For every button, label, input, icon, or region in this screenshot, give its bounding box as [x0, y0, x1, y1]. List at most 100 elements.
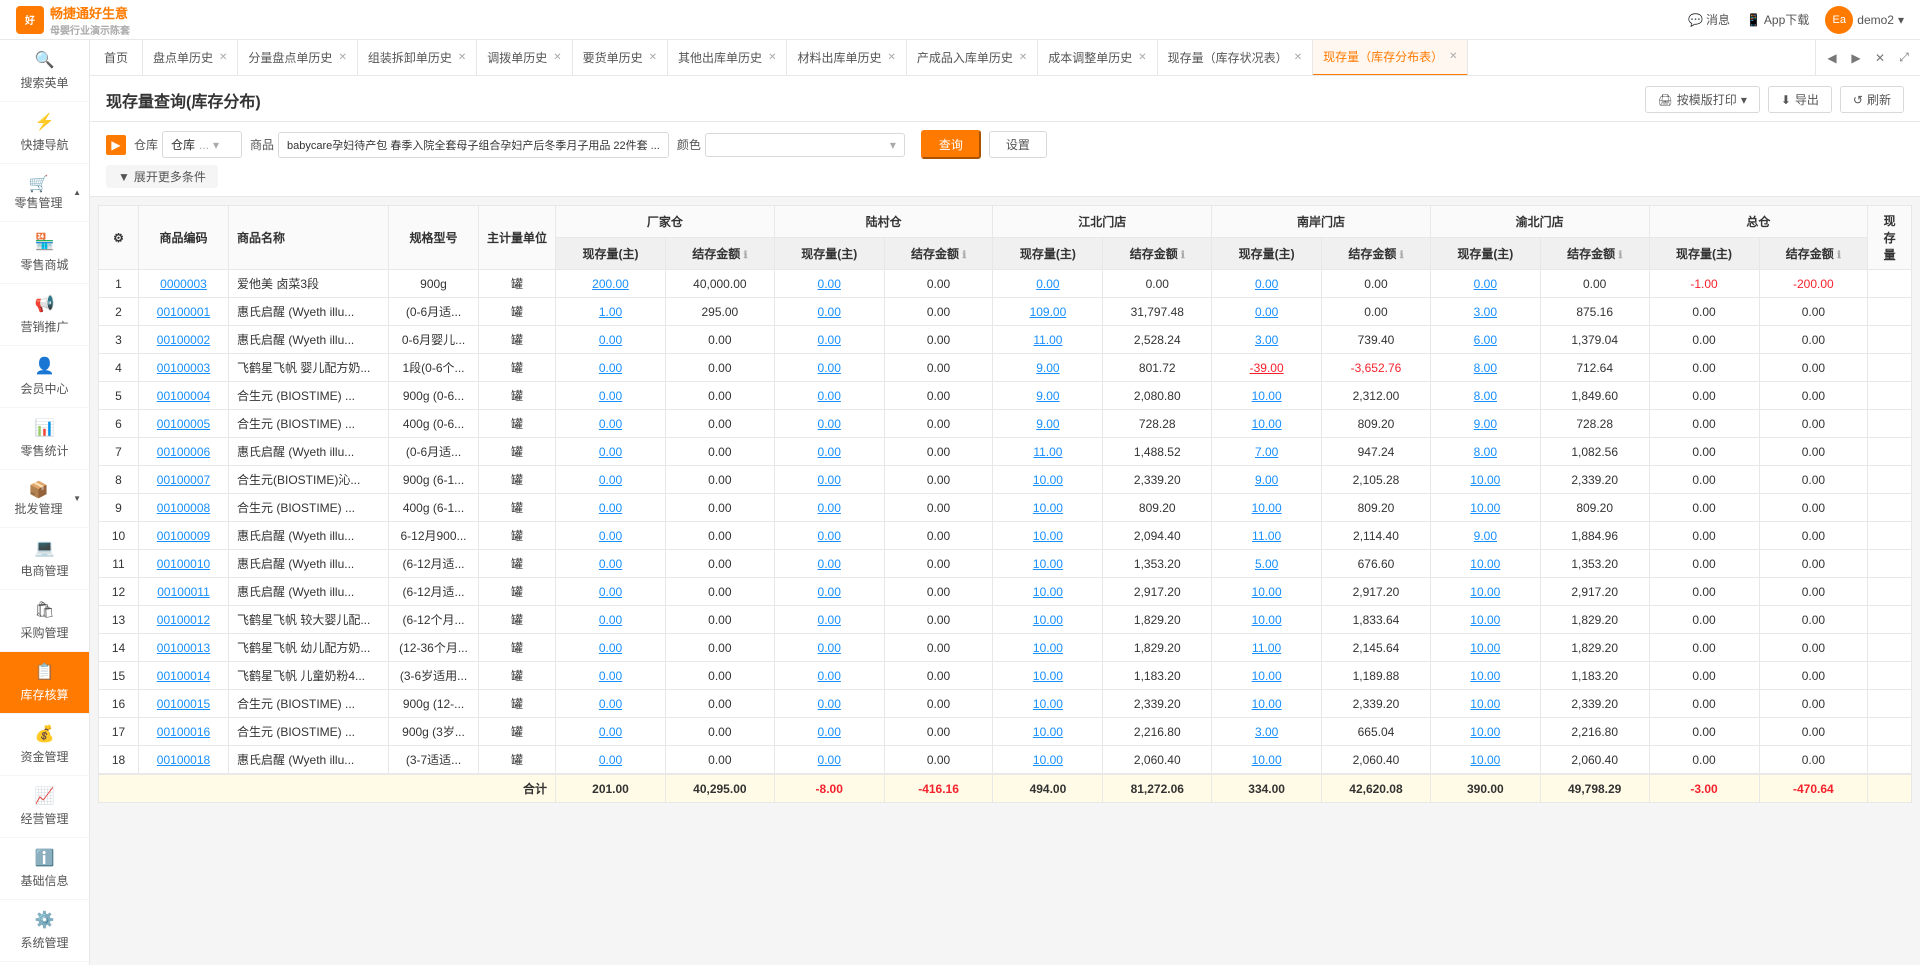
sidebar-item-purchase[interactable]: 🛍 采购管理	[0, 590, 89, 652]
cell-spec: (0-6月适...	[389, 438, 479, 466]
close-icon[interactable]: ✕	[1449, 51, 1457, 62]
tab-stock-dist[interactable]: 现存量（库存分布表） ✕	[1313, 40, 1468, 76]
expand-down-icon: ▼	[118, 170, 130, 184]
message-btn[interactable]: 💬 消息	[1688, 11, 1730, 28]
sidebar-item-basic[interactable]: ℹ️ 基础信息	[0, 838, 89, 900]
cell-changjiaCun-amt: 0.00	[666, 718, 775, 746]
tab-split-stocktake[interactable]: 分量盘点单历史 ✕	[238, 40, 357, 76]
close-icon[interactable]: ✕	[458, 52, 466, 63]
tab-cost-adjust[interactable]: 成本调整单历史 ✕	[1038, 40, 1157, 76]
cell-changjiaCun-amt: 0.00	[666, 662, 775, 690]
user-menu-btn[interactable]: Ea demo2 ▾	[1825, 6, 1904, 34]
cell-code: 00100012	[139, 606, 229, 634]
cell-unit: 罐	[479, 746, 556, 775]
cell-lucun-amt: 0.00	[884, 718, 993, 746]
tab-product-in[interactable]: 产成品入库单历史 ✕	[907, 40, 1038, 76]
cell-jiangbei-qty: 10.00	[993, 718, 1103, 746]
sidebar-item-operations[interactable]: 📈 经营管理	[0, 776, 89, 838]
cell-unit: 罐	[479, 550, 556, 578]
table-row: 11 00100010 惠氏启醒 (Wyeth illu... (6-12月适.…	[99, 550, 1912, 578]
cell-total-amt: 0.00	[1759, 578, 1868, 606]
sidebar-item-nav[interactable]: ⚡ 快捷导航	[0, 102, 89, 164]
tab-stocktake[interactable]: 盘点单历史 ✕	[143, 40, 238, 76]
cell-name: 惠氏启醒 (Wyeth illu...	[229, 298, 389, 326]
sidebar-item-stats[interactable]: 📊 零售统计	[0, 408, 89, 470]
close-icon[interactable]: ✕	[887, 52, 895, 63]
sidebar-item-member[interactable]: 👤 会员中心	[0, 346, 89, 408]
tab-close-btn[interactable]: ✕	[1868, 40, 1892, 76]
sidebar-item-mall[interactable]: 🏪 零售商城	[0, 222, 89, 284]
content: 现存量查询(库存分布) 🖨 按模版打印 ▾ ⬇ 导出 ↺	[90, 76, 1920, 965]
cell-no: 2	[99, 298, 139, 326]
cell-no: 1	[99, 270, 139, 298]
col-nanan-amt: 结存金额 ℹ	[1322, 238, 1431, 270]
table-row: 13 00100012 飞鹤星飞帆 较大婴儿配... (6-12个月... 罐 …	[99, 606, 1912, 634]
settings-icon[interactable]: ⚙	[113, 231, 124, 245]
cell-nanan-amt: 809.20	[1322, 494, 1431, 522]
stats-icon: 📊	[35, 418, 55, 438]
refresh-btn[interactable]: ↺ 刷新	[1840, 86, 1904, 113]
cell-nanan-amt: 665.04	[1322, 718, 1431, 746]
sidebar-item-marketing[interactable]: 📢 营销推广	[0, 284, 89, 346]
query-btn[interactable]: 查询	[921, 130, 981, 159]
settings-btn[interactable]: 设置	[989, 131, 1047, 158]
cell-spec: (6-12月适...	[389, 578, 479, 606]
cell-spec: (0-6月适...	[389, 298, 479, 326]
tab-material-out[interactable]: 材料出库单历史 ✕	[787, 40, 906, 76]
cell-nanan-qty: 3.00	[1212, 326, 1322, 354]
print-btn[interactable]: 🖨 按模版打印 ▾	[1645, 86, 1760, 113]
avatar: Ea	[1825, 6, 1853, 34]
sidebar-item-finance[interactable]: 💰 资金管理	[0, 714, 89, 776]
sidebar-item-retail[interactable]: 🛒 零售管理 ▲	[0, 164, 89, 222]
tab-next-btn[interactable]: ▶	[1844, 40, 1868, 76]
table-wrapper[interactable]: ⚙ 商品编码 商品名称 规格型号 主计量单位 厂家仓 陆村仓 江北门店 南岸门店…	[90, 197, 1920, 965]
close-icon[interactable]: ✕	[553, 52, 561, 63]
close-icon[interactable]: ✕	[219, 52, 227, 63]
cell-unit: 罐	[479, 718, 556, 746]
cell-current	[1868, 718, 1912, 746]
close-icon[interactable]: ✕	[1294, 52, 1302, 63]
sidebar-item-inventory[interactable]: 📋 库存核算	[0, 652, 89, 714]
sidebar-item-system[interactable]: ⚙️ 系统管理	[0, 900, 89, 962]
cell-nanan-amt: 1,833.64	[1322, 606, 1431, 634]
tab-expand-btn[interactable]: ⤢	[1892, 40, 1916, 76]
tab-order[interactable]: 要货单历史 ✕	[573, 40, 668, 76]
col-header-total: 总仓	[1649, 206, 1868, 238]
tab-assemble[interactable]: 组装拆卸单历史 ✕	[358, 40, 477, 76]
section-toggle-btn[interactable]: ▶	[106, 135, 126, 155]
cell-no: 12	[99, 578, 139, 606]
col-lucun-amt: 结存金额 ℹ	[884, 238, 993, 270]
cell-yubei-qty: 10.00	[1430, 494, 1540, 522]
cell-lucun-amt: 0.00	[884, 354, 993, 382]
sidebar-item-wholesale[interactable]: 📦 批发管理 ▼	[0, 470, 89, 528]
sidebar-item-ecommerce[interactable]: 💻 电商管理	[0, 528, 89, 590]
sidebar-item-search[interactable]: 🔍 搜索英单	[0, 40, 89, 102]
cell-total-amt: 0.00	[1759, 466, 1868, 494]
close-icon[interactable]: ✕	[768, 52, 776, 63]
cell-jiangbei-qty: 10.00	[993, 494, 1103, 522]
tab-home[interactable]: 首页	[90, 40, 143, 76]
close-icon[interactable]: ✕	[1019, 52, 1027, 63]
cell-spec: 900g (6-1...	[389, 466, 479, 494]
export-btn[interactable]: ⬇ 导出	[1768, 86, 1832, 113]
close-icon[interactable]: ✕	[649, 52, 657, 63]
tab-transfer[interactable]: 调拨单历史 ✕	[477, 40, 572, 76]
info-icon: ℹ	[1400, 250, 1404, 261]
close-icon[interactable]: ✕	[338, 52, 346, 63]
warehouse-input[interactable]: 仓库 ... ▾	[162, 131, 242, 158]
tab-outbound[interactable]: 其他出库单历史 ✕	[668, 40, 787, 76]
color-input[interactable]: ▾	[705, 133, 905, 157]
close-icon[interactable]: ✕	[1138, 52, 1146, 63]
table-row: 16 00100015 合生元 (BIOSTIME) ... 900g (12-…	[99, 690, 1912, 718]
tab-prev-btn[interactable]: ◀	[1820, 40, 1844, 76]
cell-nanan-qty: 3.00	[1212, 718, 1322, 746]
cell-unit: 罐	[479, 522, 556, 550]
expand-conditions-btn[interactable]: ▼ 展开更多条件	[106, 165, 218, 188]
cell-total-amt: 0.00	[1759, 662, 1868, 690]
tab-stock-status[interactable]: 现存量（库存状况表） ✕	[1158, 40, 1313, 76]
retail-icon: 🛒	[29, 174, 49, 194]
cell-code: 00100002	[139, 326, 229, 354]
cell-jiangbei-amt: 2,080.80	[1103, 382, 1212, 410]
app-download-btn[interactable]: 📱 App下载	[1746, 11, 1809, 28]
goods-input[interactable]: babycare孕妇待产包 春季入院全套母子组合孕妇产后冬季月子用品 22件套 …	[278, 132, 669, 158]
